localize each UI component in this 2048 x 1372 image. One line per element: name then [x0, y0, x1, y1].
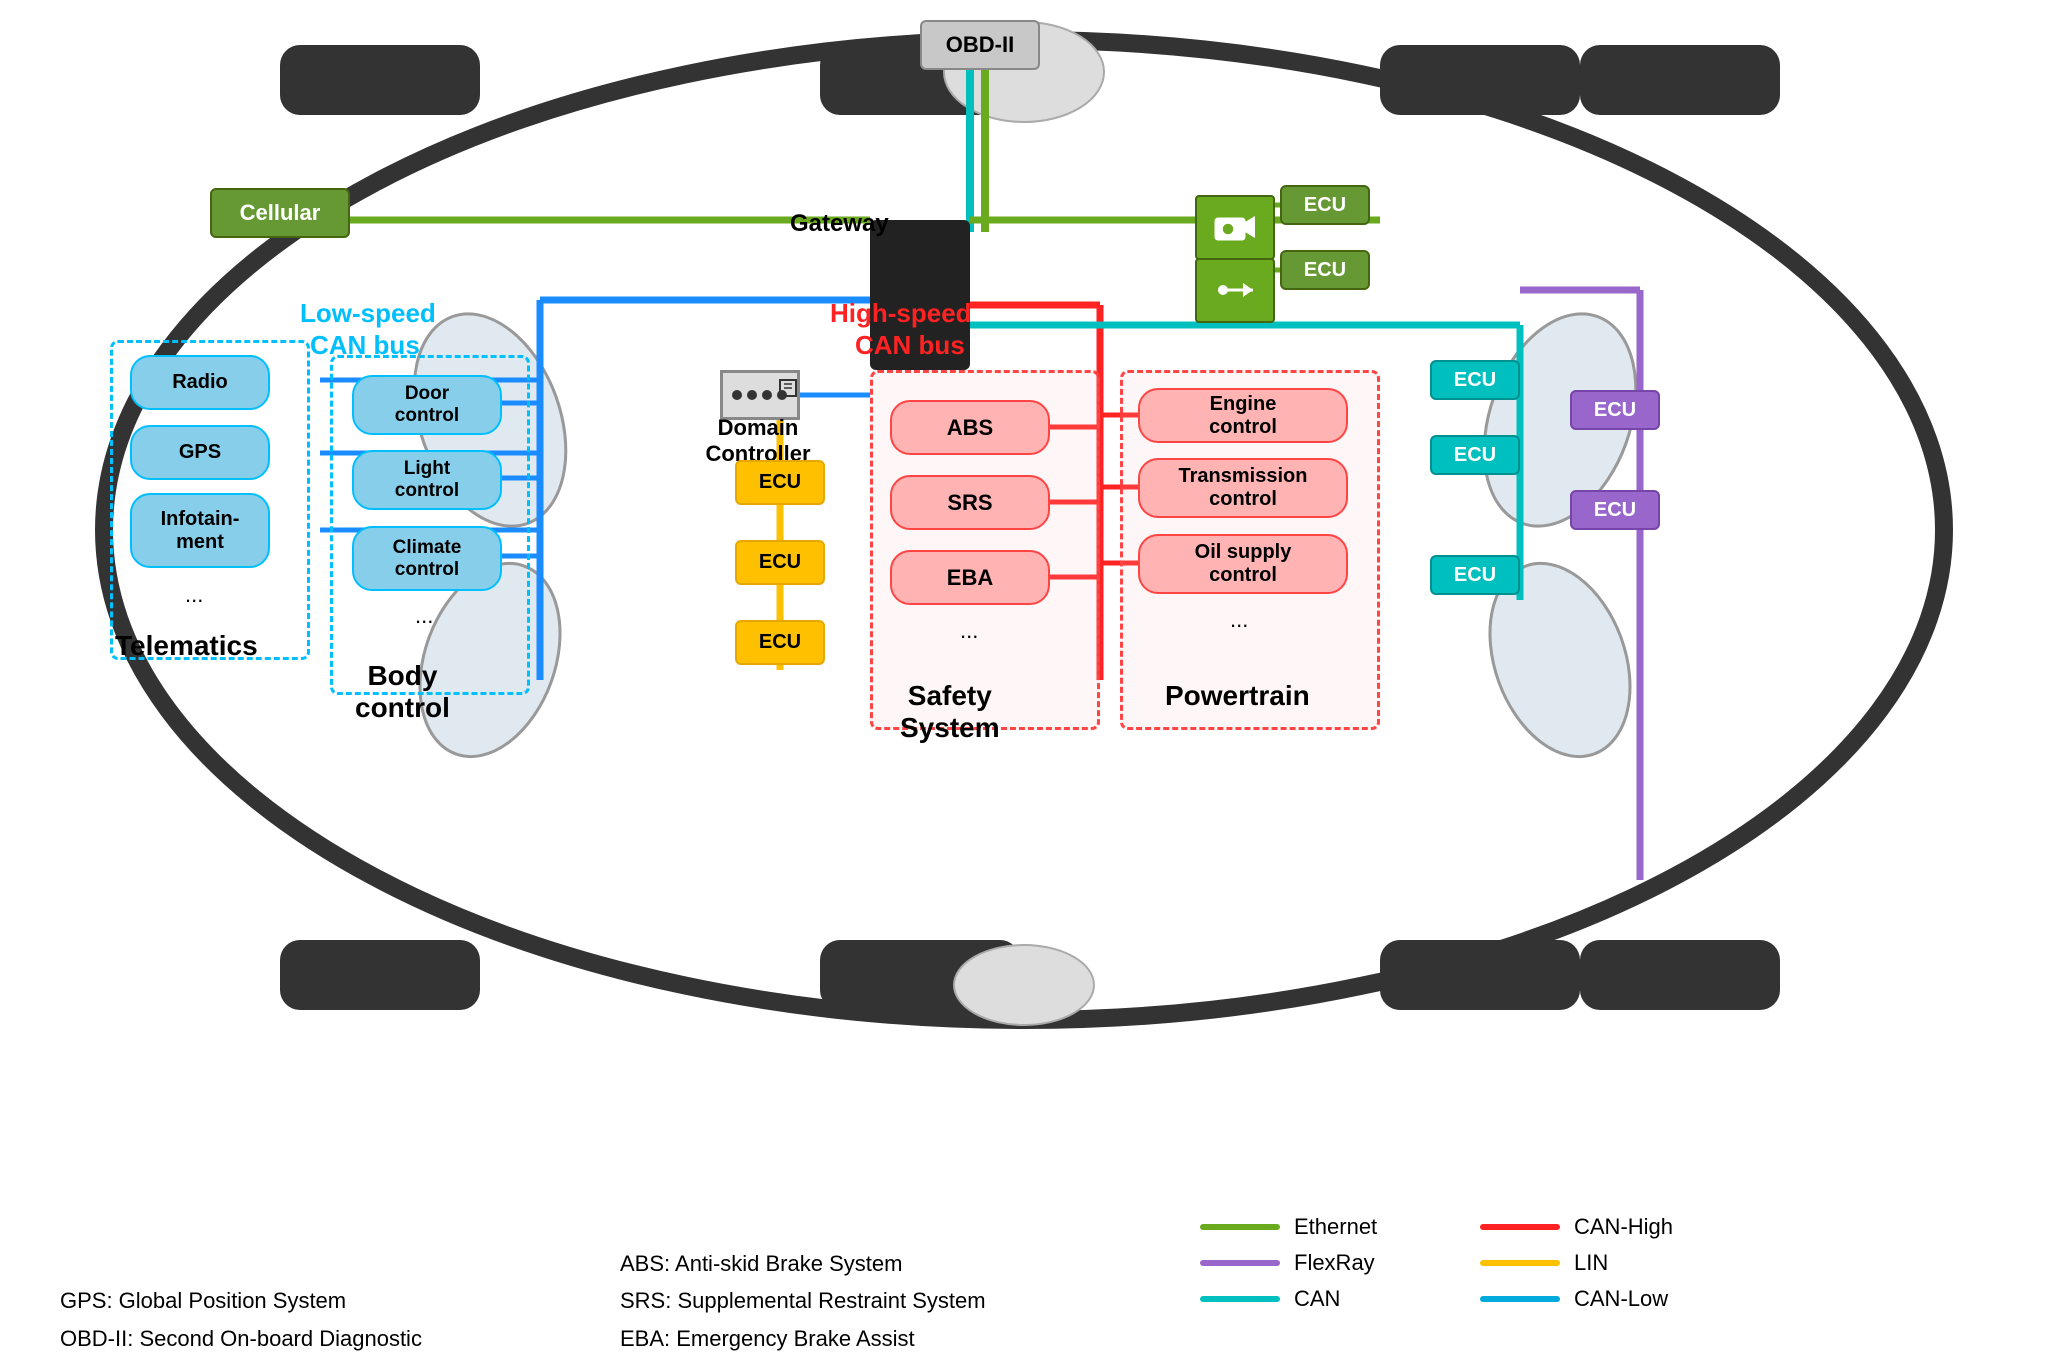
climate-control-box: Climatecontrol — [352, 526, 502, 591]
ethernet-legend-label: Ethernet — [1294, 1214, 1377, 1240]
sensor-icon-group — [1195, 258, 1275, 323]
footnotes: GPS: Global Position System OBD-II: Seco… — [60, 1282, 422, 1357]
can-high-legend-label: CAN-High — [1574, 1214, 1673, 1240]
far-right-ecu-2: ECU — [1570, 490, 1660, 530]
can-high-legend-line — [1480, 1224, 1560, 1230]
domain-ecu-2: ECU — [735, 540, 825, 585]
camera-icon-group — [1195, 195, 1275, 260]
srs-box: SRS — [890, 475, 1050, 530]
safety-system-label: SafetySystem — [900, 680, 1000, 744]
door-control-box: Doorcontrol — [352, 375, 502, 435]
top-ecu-1: ECU — [1280, 185, 1370, 225]
flexray-legend-label: FlexRay — [1294, 1250, 1375, 1276]
obd-label: OBD-II — [946, 32, 1014, 58]
abs-abbrev: ABS: Anti-skid Brake System — [620, 1245, 986, 1282]
top-ecu-2: ECU — [1280, 250, 1370, 290]
gps-footnote: GPS: Global Position System — [60, 1282, 422, 1319]
can-low-legend-label: CAN-Low — [1574, 1286, 1668, 1312]
can-legend-label: CAN — [1294, 1286, 1340, 1312]
obd-box: OBD-II — [920, 20, 1040, 70]
high-can-bus-label: CAN bus — [855, 330, 965, 361]
lin-legend-label: LIN — [1574, 1250, 1608, 1276]
srs-abbrev: SRS: Supplemental Restraint System — [620, 1282, 986, 1319]
eba-abbrev: EBA: Emergency Brake Assist — [620, 1320, 986, 1357]
can-low-legend-line — [1480, 1296, 1560, 1302]
cellular-label: Cellular — [240, 200, 321, 226]
oil-supply-box: Oil supplycontrol — [1138, 534, 1348, 594]
infotainment-box: Infotain-ment — [130, 493, 270, 568]
light-control-box: Lightcontrol — [352, 450, 502, 510]
gps-box: GPS — [130, 425, 270, 480]
engine-control-box: Enginecontrol — [1138, 388, 1348, 443]
far-right-ecu-1: ECU — [1570, 390, 1660, 430]
low-speed-label: Low-speed — [300, 298, 436, 329]
lin-legend-line — [1480, 1260, 1560, 1266]
legend-section-2: CAN-High LIN CAN-Low — [1480, 1214, 1673, 1312]
telematics-dots: ... — [185, 582, 203, 608]
transmission-control-box: Transmissioncontrol — [1138, 458, 1348, 518]
telematics-label: Telematics — [115, 630, 258, 662]
body-dots: ... — [415, 603, 433, 629]
domain-controller-device — [720, 370, 800, 420]
ethernet-legend-line — [1200, 1224, 1280, 1230]
right-ecu-2: ECU — [1430, 435, 1520, 475]
eba-box: EBA — [890, 550, 1050, 605]
obd-footnote: OBD-II: Second On-board Diagnostic — [60, 1320, 422, 1357]
legend-section-1: Ethernet FlexRay CAN — [1200, 1214, 1377, 1312]
safety-dots: ... — [960, 618, 978, 644]
gateway-label: Gateway — [790, 210, 889, 238]
abbreviations: ABS: Anti-skid Brake System SRS: Supplem… — [620, 1245, 986, 1357]
abs-box: ABS — [890, 400, 1050, 455]
radio-box: Radio — [130, 355, 270, 410]
right-ecu-1: ECU — [1430, 360, 1520, 400]
can-legend-line — [1200, 1296, 1280, 1302]
flexray-legend-line — [1200, 1260, 1280, 1266]
domain-ecu-1: ECU — [735, 460, 825, 505]
cellular-box: Cellular — [210, 188, 350, 238]
right-ecu-3: ECU — [1430, 555, 1520, 595]
powertrain-label: Powertrain — [1165, 680, 1310, 712]
domain-ecu-3: ECU — [735, 620, 825, 665]
powertrain-dots: ... — [1230, 607, 1248, 633]
body-control-label: Bodycontrol — [355, 660, 450, 724]
high-speed-label: High-speed — [830, 298, 972, 329]
